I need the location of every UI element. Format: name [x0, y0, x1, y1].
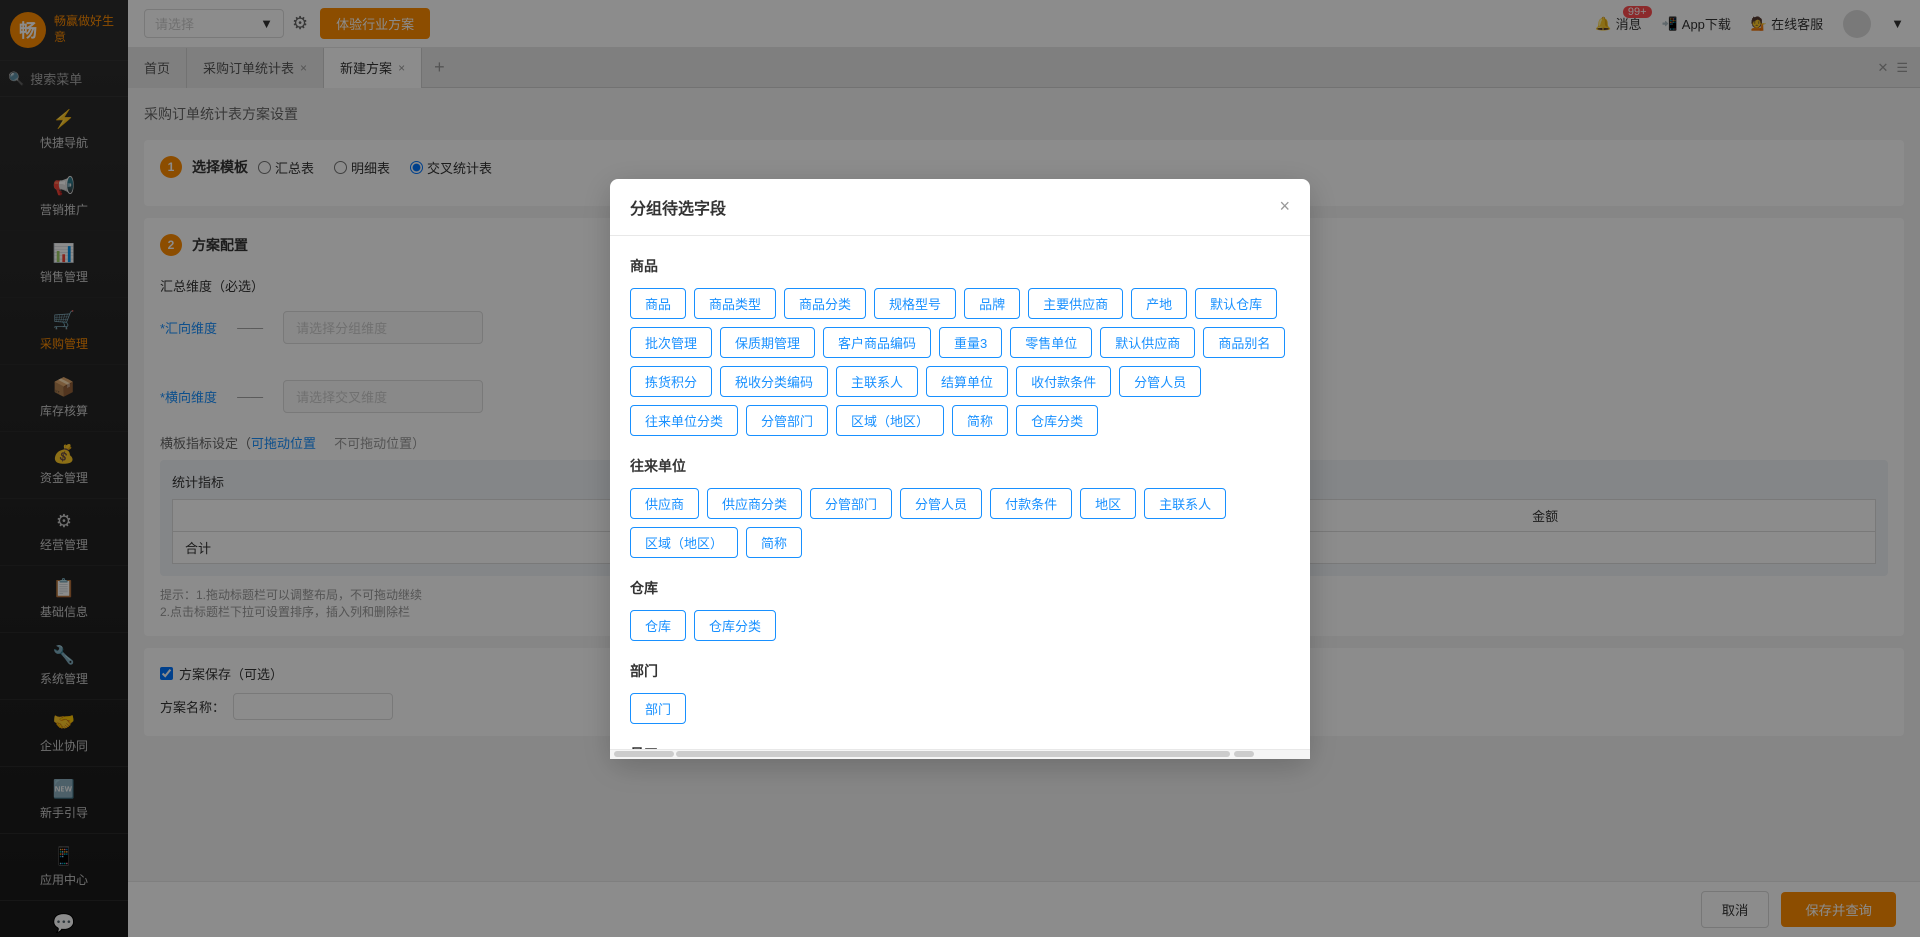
field-tag[interactable]: 规格型号	[874, 288, 956, 319]
group-title-department: 部门	[630, 661, 1290, 681]
modal-body: 商品 商品商品类型商品分类规格型号品牌主要供应商产地默认仓库批次管理保质期管理客…	[610, 236, 1310, 749]
group-title-partner: 往来单位	[630, 456, 1290, 476]
field-tag[interactable]: 简称	[952, 405, 1008, 436]
field-tag[interactable]: 仓库分类	[694, 610, 776, 641]
field-tag[interactable]: 仓库	[630, 610, 686, 641]
modal-horizontal-scrollbar[interactable]	[610, 749, 1310, 759]
field-tags-goods: 商品商品类型商品分类规格型号品牌主要供应商产地默认仓库批次管理保质期管理客户商品…	[630, 288, 1290, 436]
field-tag[interactable]: 客户商品编码	[823, 327, 931, 358]
field-tag[interactable]: 区域（地区）	[836, 405, 944, 436]
field-tag[interactable]: 主要供应商	[1028, 288, 1123, 319]
field-tag[interactable]: 简称	[746, 527, 802, 558]
field-tag[interactable]: 分管人员	[1119, 366, 1201, 397]
field-tag[interactable]: 结算单位	[926, 366, 1008, 397]
field-tag[interactable]: 仓库分类	[1016, 405, 1098, 436]
field-tag[interactable]: 保质期管理	[720, 327, 815, 358]
field-tag[interactable]: 主联系人	[1144, 488, 1226, 519]
field-tag[interactable]: 零售单位	[1010, 327, 1092, 358]
field-tag[interactable]: 区域（地区）	[630, 527, 738, 558]
field-tag[interactable]: 收付款条件	[1016, 366, 1111, 397]
field-tag[interactable]: 拣货积分	[630, 366, 712, 397]
field-tag[interactable]: 商品	[630, 288, 686, 319]
field-tag[interactable]: 税收分类编码	[720, 366, 828, 397]
field-tags-partner: 供应商供应商分类分管部门分管人员付款条件地区主联系人区域（地区） 简称	[630, 488, 1290, 558]
field-tag[interactable]: 商品分类	[784, 288, 866, 319]
modal-title: 分组待选字段	[630, 195, 726, 219]
field-tag[interactable]: 分管部门	[746, 405, 828, 436]
field-tag[interactable]: 产地	[1131, 288, 1187, 319]
field-tag[interactable]: 主联系人	[836, 366, 918, 397]
field-tag[interactable]: 商品类型	[694, 288, 776, 319]
group-title-warehouse: 仓库	[630, 578, 1290, 598]
field-tag[interactable]: 商品别名	[1203, 327, 1285, 358]
field-group-goods: 商品 商品商品类型商品分类规格型号品牌主要供应商产地默认仓库批次管理保质期管理客…	[630, 256, 1290, 436]
field-tag[interactable]: 付款条件	[990, 488, 1072, 519]
field-tags-department: 部门	[630, 693, 1290, 724]
field-tag[interactable]: 部门	[630, 693, 686, 724]
field-group-warehouse: 仓库 仓库仓库分类	[630, 578, 1290, 641]
field-group-department: 部门 部门	[630, 661, 1290, 724]
field-tag[interactable]: 批次管理	[630, 327, 712, 358]
field-tag[interactable]: 供应商	[630, 488, 699, 519]
modal-close-button[interactable]: ×	[1279, 196, 1290, 217]
modal-field-select: 分组待选字段 × 商品 商品商品类型商品分类规格型号品牌主要供应商产地默认仓库批…	[610, 179, 1310, 759]
modal-header: 分组待选字段 ×	[610, 179, 1310, 236]
field-tag[interactable]: 分管人员	[900, 488, 982, 519]
group-title-goods: 商品	[630, 256, 1290, 276]
field-tags-warehouse: 仓库仓库分类	[630, 610, 1290, 641]
field-tag[interactable]: 重量3	[939, 327, 1002, 358]
field-tag[interactable]: 地区	[1080, 488, 1136, 519]
field-group-partner: 往来单位 供应商供应商分类分管部门分管人员付款条件地区主联系人区域（地区） 简称	[630, 456, 1290, 558]
hscroll-thumb	[676, 751, 1230, 757]
field-tag[interactable]: 分管部门	[810, 488, 892, 519]
field-tag[interactable]: 往来单位分类	[630, 405, 738, 436]
field-tag[interactable]: 供应商分类	[707, 488, 802, 519]
field-tag[interactable]: 默认供应商	[1100, 327, 1195, 358]
field-tag[interactable]: 品牌	[964, 288, 1020, 319]
hscroll-left-end	[614, 751, 674, 757]
hscroll-right-end	[1234, 751, 1254, 757]
field-tag[interactable]: 默认仓库	[1195, 288, 1277, 319]
